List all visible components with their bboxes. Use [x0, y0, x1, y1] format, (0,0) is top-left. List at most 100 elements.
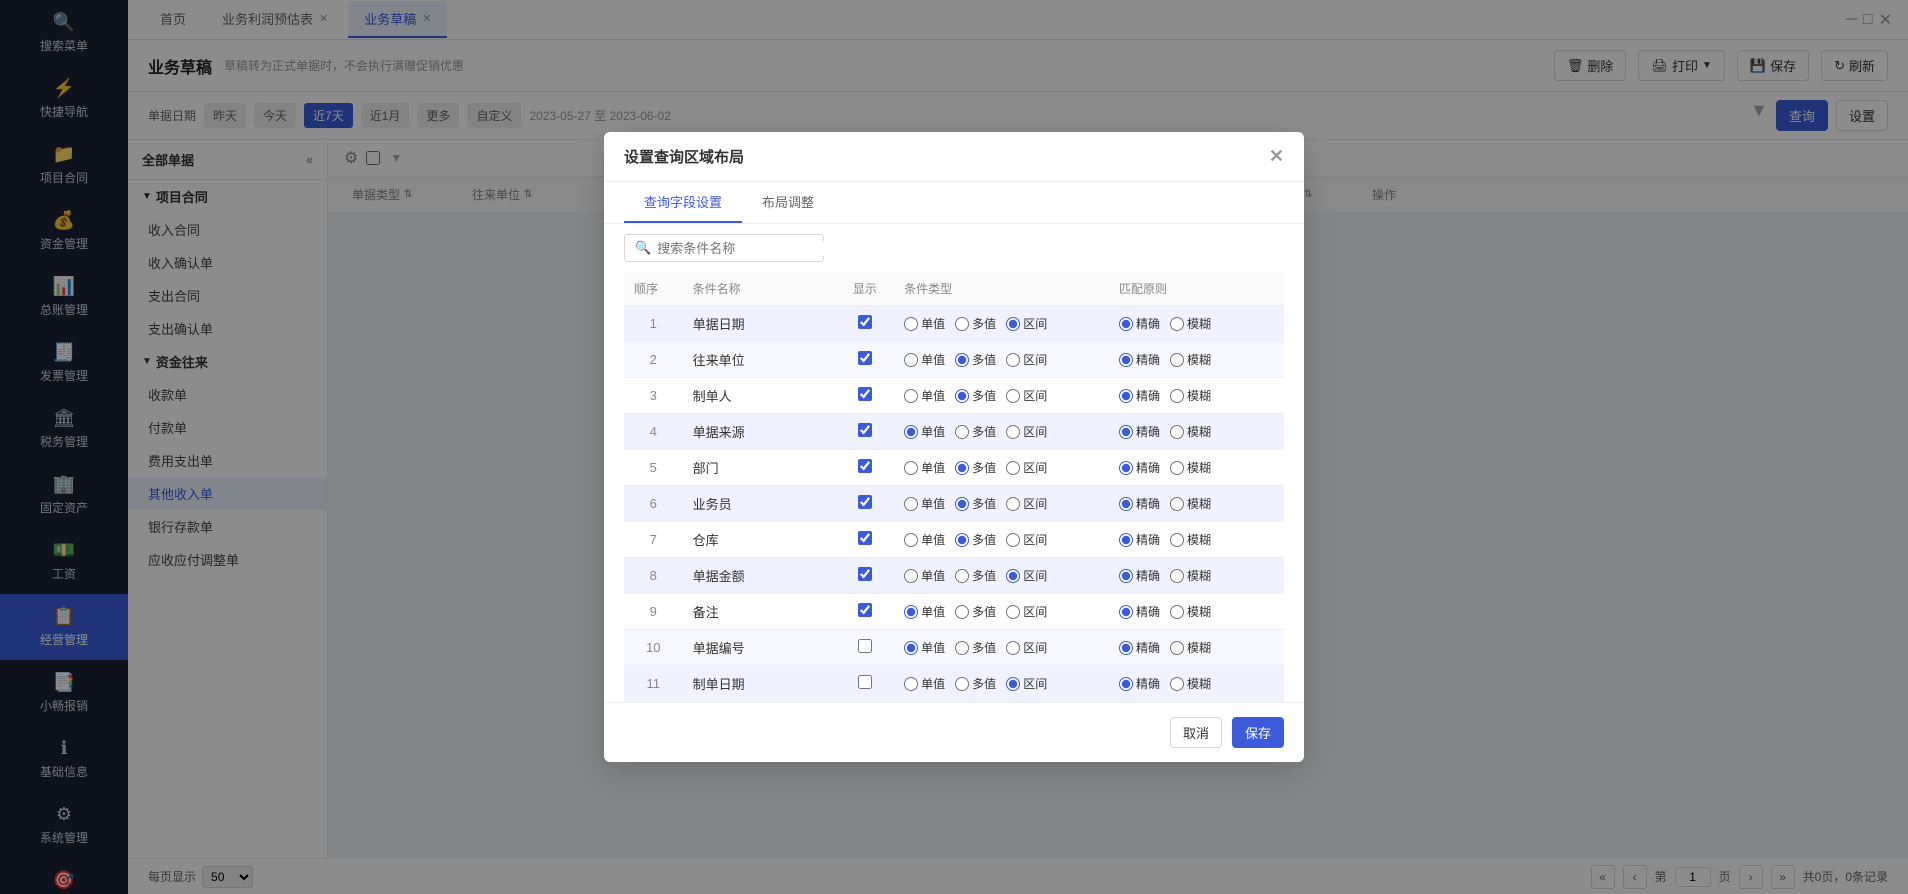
radio-match-fuzzy-1[interactable]: 模糊	[1170, 315, 1211, 332]
radio-input-precise-4[interactable]	[1119, 425, 1133, 439]
show-checkbox-11[interactable]	[858, 675, 872, 689]
radio-match-precise-9[interactable]: 精确	[1119, 603, 1160, 620]
radio-input-condtype-1-row-5[interactable]	[904, 461, 918, 475]
table-row[interactable]	[836, 630, 895, 666]
show-checkbox-6[interactable]	[858, 495, 872, 509]
radio-input-condtype-3-row-10[interactable]	[1006, 641, 1020, 655]
radio-input-precise-10[interactable]	[1119, 641, 1133, 655]
radio-input-condtype-3-row-1[interactable]	[1006, 317, 1020, 331]
radio-condtype-3-row-2[interactable]: 区间	[1006, 351, 1047, 368]
radio-match-precise-11[interactable]: 精确	[1119, 675, 1160, 692]
table-row[interactable]	[836, 558, 895, 594]
radio-condtype-3-row-10[interactable]: 区间	[1006, 639, 1047, 656]
show-checkbox-4[interactable]	[858, 423, 872, 437]
radio-condtype-3-row-6[interactable]: 区间	[1006, 495, 1047, 512]
radio-condtype-2-row-1[interactable]: 多值	[955, 315, 996, 332]
show-checkbox-10[interactable]	[858, 639, 872, 653]
radio-input-condtype-2-row-10[interactable]	[955, 641, 969, 655]
radio-condtype-3-row-8[interactable]: 区间	[1006, 567, 1047, 584]
radio-input-fuzzy-11[interactable]	[1170, 677, 1184, 691]
show-checkbox-3[interactable]	[858, 387, 872, 401]
radio-condtype-3-row-1[interactable]: 区间	[1006, 315, 1047, 332]
modal-tab-layout[interactable]: 布局调整	[742, 182, 834, 223]
radio-input-condtype-3-row-7[interactable]	[1006, 533, 1020, 547]
radio-input-condtype-2-row-7[interactable]	[955, 533, 969, 547]
table-row[interactable]	[836, 522, 895, 558]
radio-match-fuzzy-6[interactable]: 模糊	[1170, 495, 1211, 512]
radio-match-precise-7[interactable]: 精确	[1119, 531, 1160, 548]
show-checkbox-7[interactable]	[858, 531, 872, 545]
radio-condtype-1-row-5[interactable]: 单值	[904, 459, 945, 476]
radio-match-fuzzy-2[interactable]: 模糊	[1170, 351, 1211, 368]
radio-condtype-1-row-4[interactable]: 单值	[904, 423, 945, 440]
radio-condtype-1-row-9[interactable]: 单值	[904, 603, 945, 620]
radio-condtype-3-row-9[interactable]: 区间	[1006, 603, 1047, 620]
radio-input-precise-3[interactable]	[1119, 389, 1133, 403]
table-row[interactable]	[836, 594, 895, 630]
radio-input-condtype-3-row-8[interactable]	[1006, 569, 1020, 583]
table-row[interactable]	[836, 486, 895, 522]
radio-input-condtype-2-row-3[interactable]	[955, 389, 969, 403]
radio-condtype-1-row-8[interactable]: 单值	[904, 567, 945, 584]
table-row[interactable]	[836, 306, 895, 342]
radio-input-precise-5[interactable]	[1119, 461, 1133, 475]
radio-input-condtype-1-row-9[interactable]	[904, 605, 918, 619]
radio-match-fuzzy-9[interactable]: 模糊	[1170, 603, 1211, 620]
show-checkbox-1[interactable]	[858, 315, 872, 329]
radio-match-fuzzy-7[interactable]: 模糊	[1170, 531, 1211, 548]
radio-input-precise-11[interactable]	[1119, 677, 1133, 691]
radio-input-condtype-2-row-6[interactable]	[955, 497, 969, 511]
radio-condtype-2-row-7[interactable]: 多值	[955, 531, 996, 548]
modal-save-button[interactable]: 保存	[1232, 717, 1284, 748]
radio-input-condtype-1-row-10[interactable]	[904, 641, 918, 655]
show-checkbox-9[interactable]	[858, 603, 872, 617]
radio-input-condtype-2-row-8[interactable]	[955, 569, 969, 583]
radio-input-precise-7[interactable]	[1119, 533, 1133, 547]
show-checkbox-5[interactable]	[858, 459, 872, 473]
radio-input-fuzzy-8[interactable]	[1170, 569, 1184, 583]
radio-condtype-2-row-3[interactable]: 多值	[955, 387, 996, 404]
radio-input-condtype-2-row-1[interactable]	[955, 317, 969, 331]
radio-match-precise-4[interactable]: 精确	[1119, 423, 1160, 440]
radio-match-precise-5[interactable]: 精确	[1119, 459, 1160, 476]
show-checkbox-2[interactable]	[858, 351, 872, 365]
table-row[interactable]	[836, 414, 895, 450]
radio-condtype-2-row-10[interactable]: 多值	[955, 639, 996, 656]
radio-input-fuzzy-9[interactable]	[1170, 605, 1184, 619]
radio-condtype-2-row-9[interactable]: 多值	[955, 603, 996, 620]
radio-input-condtype-3-row-3[interactable]	[1006, 389, 1020, 403]
radio-input-fuzzy-7[interactable]	[1170, 533, 1184, 547]
radio-input-fuzzy-6[interactable]	[1170, 497, 1184, 511]
radio-condtype-1-row-3[interactable]: 单值	[904, 387, 945, 404]
radio-condtype-1-row-1[interactable]: 单值	[904, 315, 945, 332]
modal-overlay[interactable]: 设置查询区域布局 ✕ 查询字段设置 布局调整 🔍	[0, 0, 1908, 894]
radio-match-precise-10[interactable]: 精确	[1119, 639, 1160, 656]
radio-match-precise-2[interactable]: 精确	[1119, 351, 1160, 368]
radio-match-fuzzy-10[interactable]: 模糊	[1170, 639, 1211, 656]
radio-condtype-2-row-2[interactable]: 多值	[955, 351, 996, 368]
radio-condtype-1-row-10[interactable]: 单值	[904, 639, 945, 656]
modal-close-button[interactable]: ✕	[1269, 146, 1284, 167]
radio-input-condtype-1-row-11[interactable]	[904, 677, 918, 691]
radio-input-precise-9[interactable]	[1119, 605, 1133, 619]
radio-match-precise-8[interactable]: 精确	[1119, 567, 1160, 584]
radio-input-condtype-1-row-1[interactable]	[904, 317, 918, 331]
radio-input-condtype-3-row-2[interactable]	[1006, 353, 1020, 367]
radio-input-condtype-1-row-6[interactable]	[904, 497, 918, 511]
radio-condtype-2-row-6[interactable]: 多值	[955, 495, 996, 512]
radio-condtype-3-row-5[interactable]: 区间	[1006, 459, 1047, 476]
radio-input-fuzzy-3[interactable]	[1170, 389, 1184, 403]
radio-input-condtype-3-row-5[interactable]	[1006, 461, 1020, 475]
radio-input-fuzzy-1[interactable]	[1170, 317, 1184, 331]
radio-condtype-2-row-11[interactable]: 多值	[955, 675, 996, 692]
radio-condtype-2-row-4[interactable]: 多值	[955, 423, 996, 440]
radio-input-condtype-2-row-11[interactable]	[955, 677, 969, 691]
modal-cancel-button[interactable]: 取消	[1170, 717, 1222, 748]
radio-match-fuzzy-4[interactable]: 模糊	[1170, 423, 1211, 440]
radio-condtype-1-row-6[interactable]: 单值	[904, 495, 945, 512]
radio-condtype-2-row-5[interactable]: 多值	[955, 459, 996, 476]
radio-input-condtype-2-row-5[interactable]	[955, 461, 969, 475]
show-checkbox-8[interactable]	[858, 567, 872, 581]
radio-input-condtype-2-row-2[interactable]	[955, 353, 969, 367]
table-row[interactable]	[836, 378, 895, 414]
